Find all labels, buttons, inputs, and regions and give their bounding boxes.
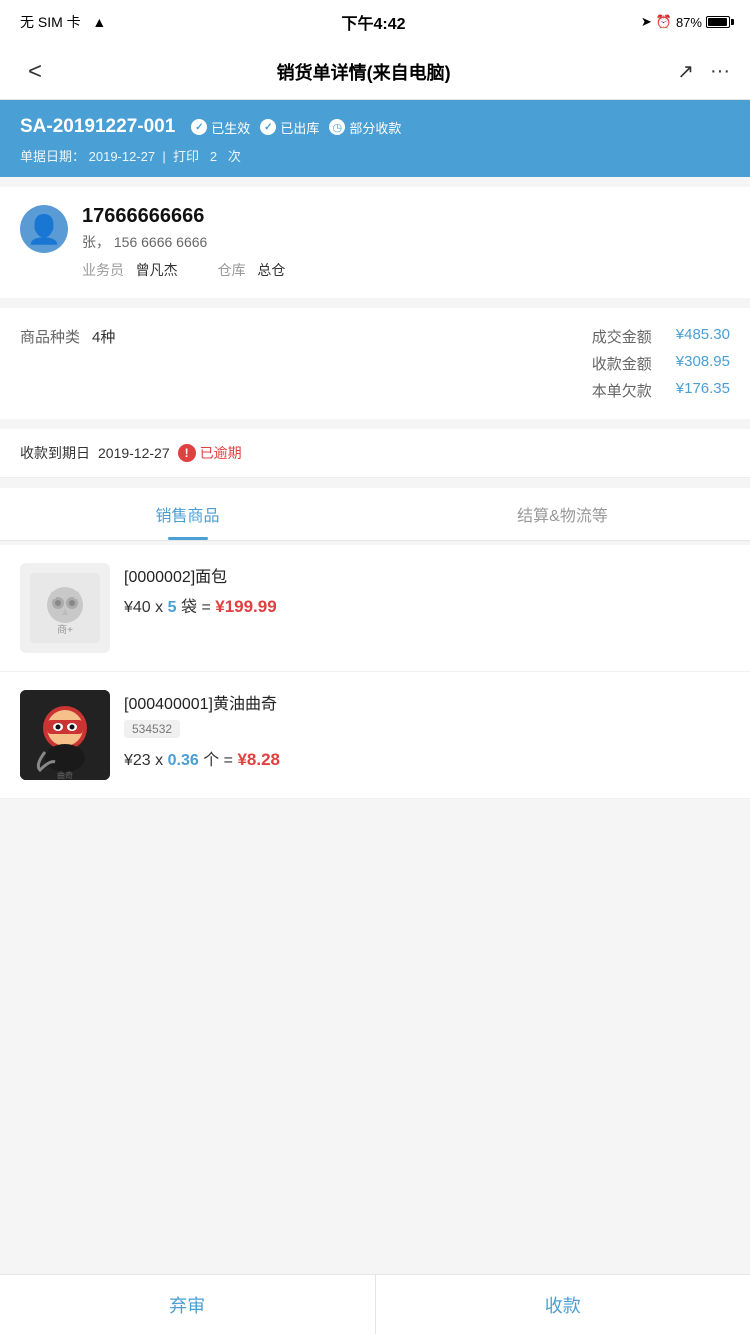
header-banner: SA-20191227-001 已生效 已出库 部分收款 单据日期： 2019-… xyxy=(0,100,750,177)
product-price-2: ¥23 x 0.36 个 = ¥8.28 xyxy=(124,746,730,770)
nav-bar: < 销货单详情(来自电脑) ↗ ··· xyxy=(0,44,750,100)
location-icon: ➤ xyxy=(641,14,652,30)
received-row: 收款金额 ¥308.95 xyxy=(592,353,730,374)
product-total-1: ¥199.99 xyxy=(215,597,276,616)
owed-value: ¥176.35 xyxy=(676,380,730,401)
product-name-2: [000400001]黄油曲奇 xyxy=(124,690,730,714)
list-item: 曲奇 [000400001]黄油曲奇 534532 ¥23 x 0.36 个 =… xyxy=(0,672,750,799)
badge-partial: 部分收款 xyxy=(329,118,401,137)
customer-info: 17666666666 张， 156 6666 6666 业务员 曾凡杰 仓库 … xyxy=(82,205,730,280)
warehouse-field: 仓库 总仓 xyxy=(218,260,286,280)
stats-right: 成交金额 ¥485.30 收款金额 ¥308.95 本单欠款 ¥176.35 xyxy=(592,326,730,401)
customer-section: 👤 17666666666 张， 156 6666 6666 业务员 曾凡杰 仓… xyxy=(0,187,750,298)
order-id: SA-20191227-001 xyxy=(20,116,175,138)
badge-active: 已生效 xyxy=(191,118,250,137)
overdue-icon: ! xyxy=(178,444,196,462)
header-sub: 单据日期： 2019-12-27 | 打印 2 次 xyxy=(20,146,730,165)
deal-amount-value: ¥485.30 xyxy=(676,326,730,347)
svg-text:曲奇: 曲奇 xyxy=(57,770,73,780)
products-section: 商+ [0000002]面包 ¥40 x 5 袋 = ¥199.99 xyxy=(0,545,750,799)
back-button[interactable]: < xyxy=(20,50,50,94)
overdue-badge: ! 已逾期 xyxy=(178,443,242,463)
stats-section: 商品种类 4种 成交金额 ¥485.30 收款金额 ¥308.95 本单欠款 ¥… xyxy=(0,308,750,419)
page-title: 销货单详情(来自电脑) xyxy=(277,59,451,85)
cancel-review-button[interactable]: 弃审 xyxy=(0,1275,376,1334)
due-section: 收款到期日 2019-12-27 ! 已逾期 xyxy=(0,429,750,478)
product-name-1: [0000002]面包 xyxy=(124,563,730,587)
share-button[interactable]: ↗ xyxy=(677,59,694,84)
product-details-1: [0000002]面包 ¥40 x 5 袋 = ¥199.99 xyxy=(124,563,730,617)
customer-name-phone: 张， 156 6666 6666 xyxy=(82,232,730,252)
customer-meta: 业务员 曾凡杰 仓库 总仓 xyxy=(82,260,730,280)
product-count-field: 商品种类 4种 xyxy=(20,326,115,347)
product-image-2: 曲奇 xyxy=(20,690,110,780)
product-price-1: ¥40 x 5 袋 = ¥199.99 xyxy=(124,593,730,617)
battery-icon xyxy=(706,16,730,28)
owl-placeholder-icon: 商+ xyxy=(30,573,100,643)
status-badges: 已生效 已出库 部分收款 xyxy=(191,118,401,137)
received-value: ¥308.95 xyxy=(676,353,730,374)
bottom-bar: 弃审 收款 xyxy=(0,1274,750,1334)
product-qty-2: 0.36 xyxy=(168,752,199,769)
svg-text:商+: 商+ xyxy=(57,623,73,636)
sales-person-field: 业务员 曾凡杰 xyxy=(82,260,178,280)
header-top: SA-20191227-001 已生效 已出库 部分收款 xyxy=(20,116,730,138)
more-button[interactable]: ··· xyxy=(710,60,730,83)
clock-icon xyxy=(329,119,345,135)
tabs-container: 销售商品 结算&物流等 xyxy=(0,488,750,541)
avatar: 👤 xyxy=(20,205,68,253)
collect-payment-button[interactable]: 收款 xyxy=(376,1275,750,1334)
product-2-image-icon: 曲奇 xyxy=(20,690,110,780)
product-qty-1: 5 xyxy=(168,599,177,616)
tab-products[interactable]: 销售商品 xyxy=(0,488,375,540)
tab-settlement[interactable]: 结算&物流等 xyxy=(375,488,750,540)
alarm-icon: ⏰ xyxy=(656,14,672,30)
product-total-2: ¥8.28 xyxy=(237,750,280,769)
product-sku-badge: 534532 xyxy=(124,720,180,738)
product-details-2: [000400001]黄油曲奇 534532 ¥23 x 0.36 个 = ¥8… xyxy=(124,690,730,770)
carrier-wifi: 无 SIM 卡 ▲ xyxy=(20,12,106,32)
battery-fill xyxy=(708,18,727,26)
carrier-text: 无 SIM 卡 xyxy=(20,14,81,30)
stats-left: 商品种类 4种 xyxy=(20,326,115,347)
time-display: 下午4:42 xyxy=(342,10,406,34)
nav-actions: ↗ ··· xyxy=(677,59,730,84)
list-item: 商+ [0000002]面包 ¥40 x 5 袋 = ¥199.99 xyxy=(0,545,750,672)
status-bar: 无 SIM 卡 ▲ 下午4:42 ➤ ⏰ 87% xyxy=(0,0,750,44)
customer-id: 17666666666 xyxy=(82,205,730,228)
check-icon-1 xyxy=(191,119,207,135)
deal-amount-row: 成交金额 ¥485.30 xyxy=(592,326,730,347)
product-image-1: 商+ xyxy=(20,563,110,653)
battery-percent: 87% xyxy=(676,15,702,30)
status-right-icons: ➤ ⏰ 87% xyxy=(641,14,730,30)
check-icon-2 xyxy=(260,119,276,135)
badge-shipped: 已出库 xyxy=(260,118,319,137)
owed-row: 本单欠款 ¥176.35 xyxy=(592,380,730,401)
wifi-icon: ▲ xyxy=(92,14,106,30)
avatar-icon: 👤 xyxy=(27,213,62,246)
